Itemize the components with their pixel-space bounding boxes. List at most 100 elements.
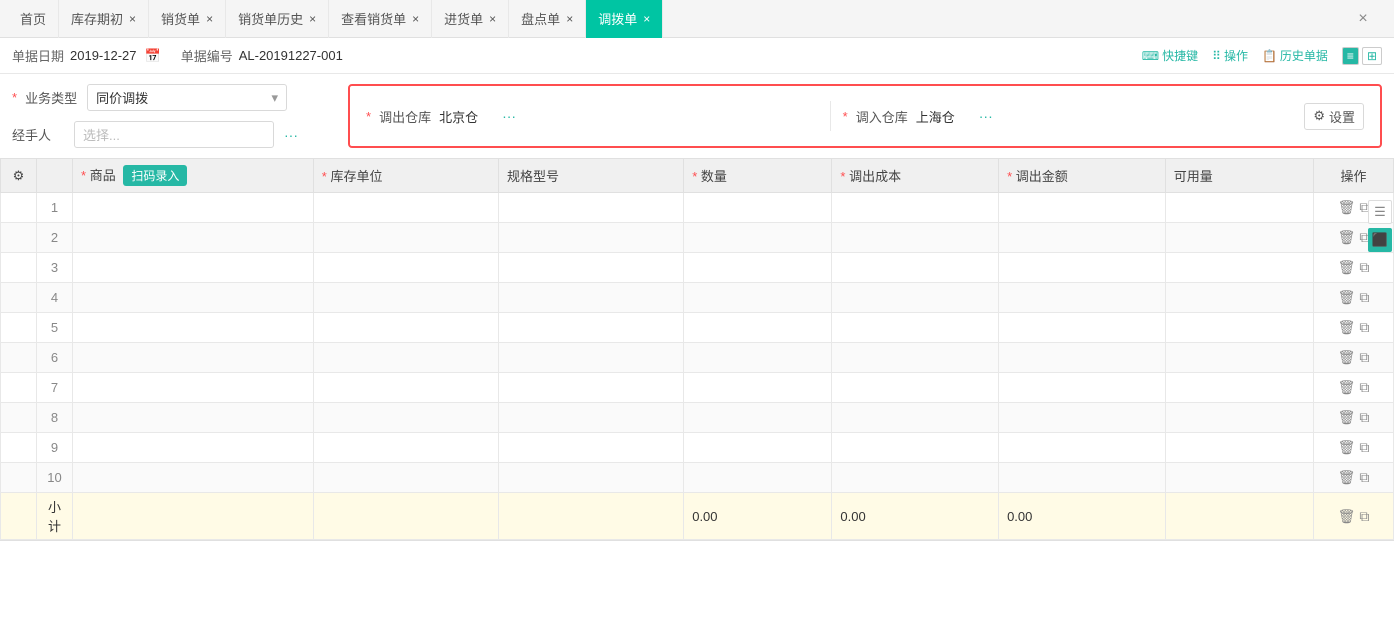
row-5-qty[interactable] — [684, 313, 832, 343]
row-3-spec[interactable] — [499, 253, 684, 283]
right-toolbar-expand-btn[interactable]: ⬛ — [1368, 228, 1392, 252]
handler-more-btn[interactable]: ··· — [284, 127, 298, 143]
row-8-cost[interactable] — [832, 403, 999, 433]
row-2-qty[interactable] — [684, 223, 832, 253]
app-close-button[interactable]: × — [1352, 8, 1374, 30]
row-9-cost[interactable] — [832, 433, 999, 463]
row-2-product[interactable] — [73, 223, 314, 253]
history-button[interactable]: 📋 历史单据 — [1262, 47, 1328, 64]
row-2-amount[interactable] — [999, 223, 1166, 253]
row-9-unit[interactable] — [313, 433, 498, 463]
row-3-delete-icon[interactable]: 🗑 — [1338, 259, 1356, 276]
tab-inventory-check-close[interactable]: × — [566, 12, 573, 26]
row-3-product[interactable] — [73, 253, 314, 283]
row-9-amount[interactable] — [999, 433, 1166, 463]
tab-view-sales-close[interactable]: × — [412, 12, 419, 26]
scan-input-button[interactable]: 扫码录入 — [123, 165, 187, 186]
row-10-delete-icon[interactable]: 🗑 — [1338, 469, 1356, 486]
row-9-copy-icon[interactable]: ⧉ — [1359, 439, 1369, 456]
row-10-unit[interactable] — [313, 463, 498, 493]
row-6-unit[interactable] — [313, 343, 498, 373]
row-7-amount[interactable] — [999, 373, 1166, 403]
row-5-cost[interactable] — [832, 313, 999, 343]
row-5-delete-icon[interactable]: 🗑 — [1338, 319, 1356, 336]
row-8-amount[interactable] — [999, 403, 1166, 433]
row-7-cost[interactable] — [832, 373, 999, 403]
row-7-unit[interactable] — [313, 373, 498, 403]
row-1-spec[interactable] — [499, 193, 684, 223]
tab-purchase-close[interactable]: × — [489, 12, 496, 26]
row-7-product[interactable] — [73, 373, 314, 403]
row-7-delete-icon[interactable]: 🗑 — [1338, 379, 1356, 396]
row-3-copy-icon[interactable]: ⧉ — [1359, 259, 1369, 276]
row-4-unit[interactable] — [313, 283, 498, 313]
tab-sales-history[interactable]: 销货单历史 × — [226, 0, 329, 38]
row-3-cost[interactable] — [832, 253, 999, 283]
row-9-qty[interactable] — [684, 433, 832, 463]
biz-type-select[interactable]: 同价调拨 ▾ — [87, 84, 287, 111]
row-6-product[interactable] — [73, 343, 314, 373]
tab-transfer[interactable]: 调拨单 × — [586, 0, 663, 38]
row-1-cost[interactable] — [832, 193, 999, 223]
tab-sales-close[interactable]: × — [206, 12, 213, 26]
row-9-delete-icon[interactable]: 🗑 — [1338, 439, 1356, 456]
row-10-amount[interactable] — [999, 463, 1166, 493]
row-8-delete-icon[interactable]: 🗑 — [1338, 409, 1356, 426]
row-2-cost[interactable] — [832, 223, 999, 253]
row-5-spec[interactable] — [499, 313, 684, 343]
row-1-qty[interactable] — [684, 193, 832, 223]
tab-purchase[interactable]: 进货单 × — [432, 0, 509, 38]
row-1-product[interactable] — [73, 193, 314, 223]
row-9-product[interactable] — [73, 433, 314, 463]
row-4-product[interactable] — [73, 283, 314, 313]
row-8-product[interactable] — [73, 403, 314, 433]
settings-button[interactable]: ⚙ 设置 — [1304, 103, 1364, 130]
tab-inventory-init[interactable]: 库存期初 × — [59, 0, 149, 38]
horizontal-scrollbar[interactable] — [0, 540, 1394, 552]
list-view-btn[interactable]: ≡ — [1342, 47, 1359, 65]
row-9-spec[interactable] — [499, 433, 684, 463]
tab-home[interactable]: 首页 — [8, 0, 59, 38]
row-10-copy-icon[interactable]: ⧉ — [1359, 469, 1369, 486]
row-2-delete-icon[interactable]: 🗑 — [1338, 229, 1356, 246]
row-1-unit[interactable] — [313, 193, 498, 223]
row-3-amount[interactable] — [999, 253, 1166, 283]
row-5-amount[interactable] — [999, 313, 1166, 343]
row-8-qty[interactable] — [684, 403, 832, 433]
subtotal-delete-icon[interactable]: 🗑 — [1338, 508, 1356, 525]
row-4-spec[interactable] — [499, 283, 684, 313]
row-4-cost[interactable] — [832, 283, 999, 313]
row-6-delete-icon[interactable]: 🗑 — [1338, 349, 1356, 366]
handler-select[interactable]: 选择... — [74, 121, 274, 148]
row-10-spec[interactable] — [499, 463, 684, 493]
row-10-qty[interactable] — [684, 463, 832, 493]
transfer-out-more-btn[interactable]: ··· — [502, 108, 516, 124]
row-7-copy-icon[interactable]: ⧉ — [1359, 379, 1369, 396]
tab-transfer-close[interactable]: × — [643, 12, 650, 26]
right-toolbar-list-btn[interactable]: ☰ — [1368, 200, 1392, 224]
row-8-copy-icon[interactable]: ⧉ — [1359, 409, 1369, 426]
row-10-product[interactable] — [73, 463, 314, 493]
row-10-cost[interactable] — [832, 463, 999, 493]
row-6-qty[interactable] — [684, 343, 832, 373]
row-1-amount[interactable] — [999, 193, 1166, 223]
tab-sales-history-close[interactable]: × — [309, 12, 316, 26]
row-3-qty[interactable] — [684, 253, 832, 283]
tab-view-sales[interactable]: 查看销货单 × — [329, 0, 432, 38]
row-3-unit[interactable] — [313, 253, 498, 283]
transfer-in-more-btn[interactable]: ··· — [979, 108, 993, 124]
row-5-product[interactable] — [73, 313, 314, 343]
row-8-spec[interactable] — [499, 403, 684, 433]
row-6-cost[interactable] — [832, 343, 999, 373]
tab-inventory-init-close[interactable]: × — [129, 12, 136, 26]
subtotal-copy-icon[interactable]: ⧉ — [1359, 508, 1369, 525]
row-7-qty[interactable] — [684, 373, 832, 403]
row-4-delete-icon[interactable]: 🗑 — [1338, 289, 1356, 306]
row-4-amount[interactable] — [999, 283, 1166, 313]
row-7-spec[interactable] — [499, 373, 684, 403]
row-4-copy-icon[interactable]: ⧉ — [1359, 289, 1369, 306]
row-8-unit[interactable] — [313, 403, 498, 433]
row-6-spec[interactable] — [499, 343, 684, 373]
calendar-icon[interactable]: 📅 — [145, 48, 161, 64]
tab-inventory-check[interactable]: 盘点单 × — [509, 0, 586, 38]
